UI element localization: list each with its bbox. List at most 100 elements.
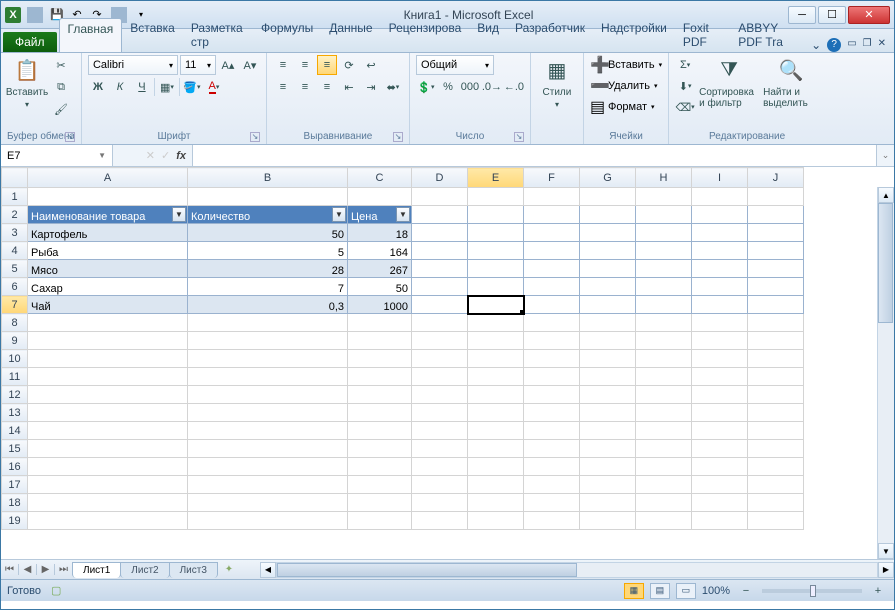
cell-F6[interactable] <box>524 278 580 296</box>
fill-icon[interactable]: ⬇▾ <box>675 76 695 96</box>
cell-H19[interactable] <box>636 512 692 530</box>
cell-F3[interactable] <box>524 224 580 242</box>
cell-G9[interactable] <box>580 332 636 350</box>
cell-C11[interactable] <box>348 368 412 386</box>
sheet-tab-0[interactable]: Лист1 <box>72 562 121 578</box>
cell-I10[interactable] <box>692 350 748 368</box>
row-header-13[interactable]: 13 <box>2 404 28 422</box>
cell-C18[interactable] <box>348 494 412 512</box>
cell-J3[interactable] <box>748 224 804 242</box>
orientation-icon[interactable]: ⟳ <box>339 55 359 75</box>
cell-G15[interactable] <box>580 440 636 458</box>
hscroll-thumb[interactable] <box>277 563 577 577</box>
cell-D8[interactable] <box>412 314 468 332</box>
cell-F9[interactable] <box>524 332 580 350</box>
cell-D19[interactable] <box>412 512 468 530</box>
column-header-I[interactable]: I <box>692 168 748 188</box>
cell-E2[interactable] <box>468 206 524 224</box>
fill-color-button[interactable]: 🪣▾ <box>182 77 202 97</box>
cell-E3[interactable] <box>468 224 524 242</box>
row-header-6[interactable]: 6 <box>2 278 28 296</box>
cell-F5[interactable] <box>524 260 580 278</box>
cell-B3[interactable]: 50 <box>188 224 348 242</box>
cell-F18[interactable] <box>524 494 580 512</box>
paste-button[interactable]: 📋 Вставить ▾ <box>7 55 47 109</box>
cell-J7[interactable] <box>748 296 804 314</box>
cell-B15[interactable] <box>188 440 348 458</box>
close-button[interactable]: ✕ <box>848 6 890 24</box>
help-icon[interactable]: ? <box>827 38 841 52</box>
cell-E16[interactable] <box>468 458 524 476</box>
copy-icon[interactable]: ⧉ <box>51 77 71 97</box>
cell-F13[interactable] <box>524 404 580 422</box>
increase-font-icon[interactable]: A▴ <box>218 55 238 75</box>
cell-B1[interactable] <box>188 188 348 206</box>
cell-H15[interactable] <box>636 440 692 458</box>
cell-B17[interactable] <box>188 476 348 494</box>
next-sheet-icon[interactable]: ▶ <box>37 564 55 575</box>
cell-C19[interactable] <box>348 512 412 530</box>
align-middle-icon[interactable]: ≡ <box>295 55 315 75</box>
cell-B9[interactable] <box>188 332 348 350</box>
cell-F8[interactable] <box>524 314 580 332</box>
column-header-C[interactable]: C <box>348 168 412 188</box>
cell-F10[interactable] <box>524 350 580 368</box>
cell-I1[interactable] <box>692 188 748 206</box>
cell-B6[interactable]: 7 <box>188 278 348 296</box>
font-size-select[interactable]: 11▾ <box>180 55 216 75</box>
cell-E5[interactable] <box>468 260 524 278</box>
cell-J14[interactable] <box>748 422 804 440</box>
cell-B8[interactable] <box>188 314 348 332</box>
bold-button[interactable]: Ж <box>88 77 108 97</box>
cell-C3[interactable]: 18 <box>348 224 412 242</box>
decrease-font-icon[interactable]: A▾ <box>240 55 260 75</box>
cell-I7[interactable] <box>692 296 748 314</box>
cell-J2[interactable] <box>748 206 804 224</box>
cell-B11[interactable] <box>188 368 348 386</box>
cell-F11[interactable] <box>524 368 580 386</box>
align-right-icon[interactable]: ≡ <box>317 77 337 97</box>
row-header-15[interactable]: 15 <box>2 440 28 458</box>
cell-D3[interactable] <box>412 224 468 242</box>
font-dialog-launcher[interactable]: ↘ <box>250 132 260 142</box>
cell-A3[interactable]: Картофель <box>28 224 188 242</box>
align-center-icon[interactable]: ≡ <box>295 77 315 97</box>
cell-H17[interactable] <box>636 476 692 494</box>
cell-B5[interactable]: 28 <box>188 260 348 278</box>
cell-A8[interactable] <box>28 314 188 332</box>
vertical-scrollbar[interactable]: ▲ ▼ <box>877 187 894 559</box>
workbook-close-icon[interactable]: ✕ <box>878 38 886 52</box>
cell-C4[interactable]: 164 <box>348 242 412 260</box>
format-painter-icon[interactable]: 🖌 <box>51 99 71 119</box>
cell-J19[interactable] <box>748 512 804 530</box>
cell-I4[interactable] <box>692 242 748 260</box>
row-header-14[interactable]: 14 <box>2 422 28 440</box>
cell-G19[interactable] <box>580 512 636 530</box>
cell-A11[interactable] <box>28 368 188 386</box>
last-sheet-icon[interactable]: ⏭ <box>55 564 73 575</box>
name-box[interactable]: E7 ▼ <box>1 145 113 166</box>
cell-J6[interactable] <box>748 278 804 296</box>
cell-H7[interactable] <box>636 296 692 314</box>
cell-A9[interactable] <box>28 332 188 350</box>
cell-C9[interactable] <box>348 332 412 350</box>
cell-G14[interactable] <box>580 422 636 440</box>
enter-formula-icon[interactable]: ✓ <box>161 149 170 162</box>
column-header-E[interactable]: E <box>468 168 524 188</box>
cell-C1[interactable] <box>348 188 412 206</box>
cell-B13[interactable] <box>188 404 348 422</box>
cell-B14[interactable] <box>188 422 348 440</box>
insert-function-icon[interactable]: fx <box>176 150 186 162</box>
clipboard-dialog-launcher[interactable]: ↘ <box>65 132 75 142</box>
cell-D15[interactable] <box>412 440 468 458</box>
cell-B18[interactable] <box>188 494 348 512</box>
cell-B7[interactable]: 0,3 <box>188 296 348 314</box>
cell-I8[interactable] <box>692 314 748 332</box>
currency-icon[interactable]: 💲▾ <box>416 77 436 97</box>
cell-E15[interactable] <box>468 440 524 458</box>
cell-E7[interactable] <box>468 296 524 314</box>
cell-G11[interactable] <box>580 368 636 386</box>
row-header-1[interactable]: 1 <box>2 188 28 206</box>
cell-J5[interactable] <box>748 260 804 278</box>
delete-cells-button[interactable]: ➖Удалить▾ <box>590 76 662 96</box>
